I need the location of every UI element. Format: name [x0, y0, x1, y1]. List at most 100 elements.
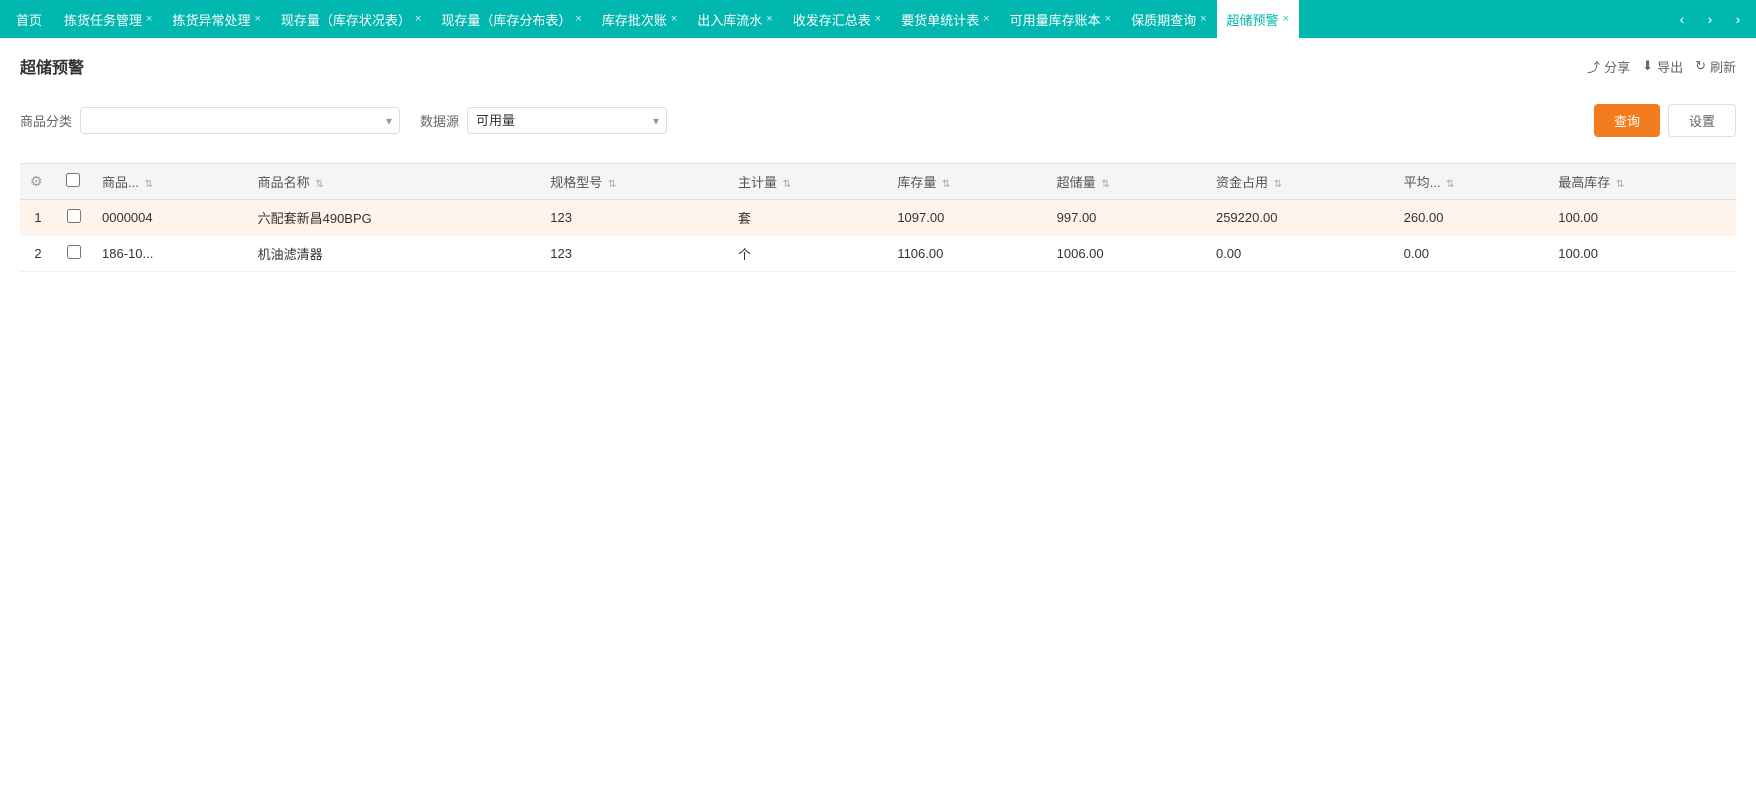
row-checkbox[interactable] [67, 209, 81, 223]
nav-expand-button[interactable]: › [1724, 0, 1752, 38]
nav-arrows: ‹ › › [1668, 0, 1752, 38]
nav-tab-9[interactable]: 保质期查询 × [1121, 0, 1216, 38]
refresh-button[interactable]: ↻ 刷新 [1695, 57, 1736, 76]
th-product-name[interactable]: 商品名称 ⇅ [248, 164, 541, 200]
settings-button[interactable]: 设置 [1668, 104, 1736, 137]
unit-cell: 个 [728, 236, 887, 272]
product-name-cell: 机油滤清器 [248, 236, 541, 272]
datasource-select-wrapper: 可用量 ▾ [467, 107, 667, 134]
filter-actions: 查询 设置 [1594, 104, 1736, 137]
unit-cell: 套 [728, 200, 887, 236]
nav-tab-5[interactable]: 出入库流水 × [687, 0, 782, 38]
page-title: 超储预警 [20, 54, 84, 78]
product-code-cell: 186-10... [92, 236, 248, 272]
sort-icon: ⇅ [1101, 179, 1109, 190]
select-all-checkbox[interactable] [66, 173, 80, 187]
category-select[interactable] [80, 107, 400, 134]
row-checkbox-cell [56, 200, 92, 236]
th-checkbox [56, 164, 92, 200]
th-product-code[interactable]: 商品... ⇅ [92, 164, 248, 200]
spec-cell: 123 [540, 236, 728, 272]
nav-home[interactable]: 首页 [4, 0, 54, 38]
nav-next-button[interactable]: › [1696, 0, 1724, 38]
close-icon[interactable]: × [1283, 13, 1289, 25]
table-row: 1 0000004 六配套新昌490BPG 123 套 1097.00 997.… [20, 200, 1736, 236]
close-icon[interactable]: × [983, 13, 989, 25]
sort-icon: ⇅ [1446, 179, 1454, 190]
th-avg[interactable]: 平均... ⇅ [1394, 164, 1549, 200]
close-icon[interactable]: × [766, 13, 772, 25]
table-header-row: ⚙ 商品... ⇅ 商品名称 ⇅ 规格型号 ⇅ 主计量 [20, 164, 1736, 200]
th-settings: ⚙ [20, 164, 56, 200]
sort-icon: ⇅ [144, 179, 152, 190]
nav-tab-6[interactable]: 收发存汇总表 × [783, 0, 891, 38]
close-icon[interactable]: × [575, 13, 581, 25]
row-checkbox-cell [56, 236, 92, 272]
nav-tab-2[interactable]: 现存量（库存状况表） × [271, 0, 431, 38]
share-button[interactable]: ⤴ 分享 [1587, 57, 1630, 76]
nav-tab-10[interactable]: 超储预警 × [1217, 0, 1299, 38]
max-stock-cell: 100.00 [1548, 200, 1736, 236]
th-over-stock[interactable]: 超储量 ⇅ [1047, 164, 1206, 200]
row-number: 1 [20, 200, 56, 236]
stock-cell: 1106.00 [887, 236, 1046, 272]
filter-row: 商品分类 ▾ 数据源 可用量 ▾ 查询 设置 [20, 94, 1736, 147]
nav-tab-3[interactable]: 现存量（库存分布表） × [431, 0, 591, 38]
sort-icon: ⇅ [315, 179, 323, 190]
stock-cell: 1097.00 [887, 200, 1046, 236]
datasource-label: 数据源 [420, 111, 459, 130]
close-icon[interactable]: × [671, 13, 677, 25]
nav-tab-1[interactable]: 拣货异常处理 × [162, 0, 270, 38]
nav-tab-8[interactable]: 可用量库存账本 × [1000, 0, 1121, 38]
export-button[interactable]: ⬇ 导出 [1642, 57, 1683, 76]
over-stock-cell: 1006.00 [1047, 236, 1206, 272]
row-checkbox[interactable] [67, 245, 81, 259]
nav-tab-0[interactable]: 拣货任务管理 × [54, 0, 162, 38]
th-spec[interactable]: 规格型号 ⇅ [540, 164, 728, 200]
avg-cell: 0.00 [1394, 236, 1549, 272]
page-header: 超储预警 ⤴ 分享 ⬇ 导出 ↻ 刷新 [20, 54, 1736, 78]
share-icon: ⤴ [1587, 57, 1600, 76]
avg-cell: 260.00 [1394, 200, 1549, 236]
nav-tab-4[interactable]: 库存批次账 × [592, 0, 687, 38]
sort-icon: ⇅ [1274, 179, 1282, 190]
sort-icon: ⇅ [783, 179, 791, 190]
category-label: 商品分类 [20, 111, 72, 130]
main-content: 超储预警 ⤴ 分享 ⬇ 导出 ↻ 刷新 商品分类 ▾ [0, 38, 1756, 800]
header-actions: ⤴ 分享 ⬇ 导出 ↻ 刷新 [1587, 57, 1736, 76]
close-icon[interactable]: × [146, 13, 152, 25]
close-icon[interactable]: × [415, 13, 421, 25]
table-row: 2 186-10... 机油滤清器 123 个 1106.00 1006.00 … [20, 236, 1736, 272]
product-code-cell: 0000004 [92, 200, 248, 236]
refresh-icon: ↻ [1695, 58, 1706, 74]
datasource-filter: 数据源 可用量 ▾ [420, 107, 667, 134]
sort-icon: ⇅ [608, 179, 616, 190]
export-icon: ⬇ [1642, 58, 1653, 74]
nav-tab-7[interactable]: 要货单统计表 × [891, 0, 999, 38]
th-unit[interactable]: 主计量 ⇅ [728, 164, 887, 200]
nav-prev-button[interactable]: ‹ [1668, 0, 1696, 38]
th-capital[interactable]: 资金占用 ⇅ [1206, 164, 1394, 200]
close-icon[interactable]: × [1105, 13, 1111, 25]
max-stock-cell: 100.00 [1548, 236, 1736, 272]
row-number: 2 [20, 236, 56, 272]
gear-icon[interactable]: ⚙ [30, 173, 43, 189]
datasource-select[interactable]: 可用量 [467, 107, 667, 134]
th-stock[interactable]: 库存量 ⇅ [887, 164, 1046, 200]
close-icon[interactable]: × [875, 13, 881, 25]
category-filter: 商品分类 ▾ [20, 107, 400, 134]
spec-cell: 123 [540, 200, 728, 236]
nav-bar: 首页 拣货任务管理 × 拣货异常处理 × 现存量（库存状况表） × 现存量（库存… [0, 0, 1756, 38]
sort-icon: ⇅ [1616, 179, 1624, 190]
sort-icon: ⇅ [942, 179, 950, 190]
data-table: ⚙ 商品... ⇅ 商品名称 ⇅ 规格型号 ⇅ 主计量 [20, 163, 1736, 272]
category-select-wrapper: ▾ [80, 107, 400, 134]
over-stock-cell: 997.00 [1047, 200, 1206, 236]
query-button[interactable]: 查询 [1594, 104, 1660, 137]
th-max-stock[interactable]: 最高库存 ⇅ [1548, 164, 1736, 200]
close-icon[interactable]: × [254, 13, 260, 25]
capital-cell: 0.00 [1206, 236, 1394, 272]
capital-cell: 259220.00 [1206, 200, 1394, 236]
product-name-cell: 六配套新昌490BPG [248, 200, 541, 236]
close-icon[interactable]: × [1200, 13, 1206, 25]
